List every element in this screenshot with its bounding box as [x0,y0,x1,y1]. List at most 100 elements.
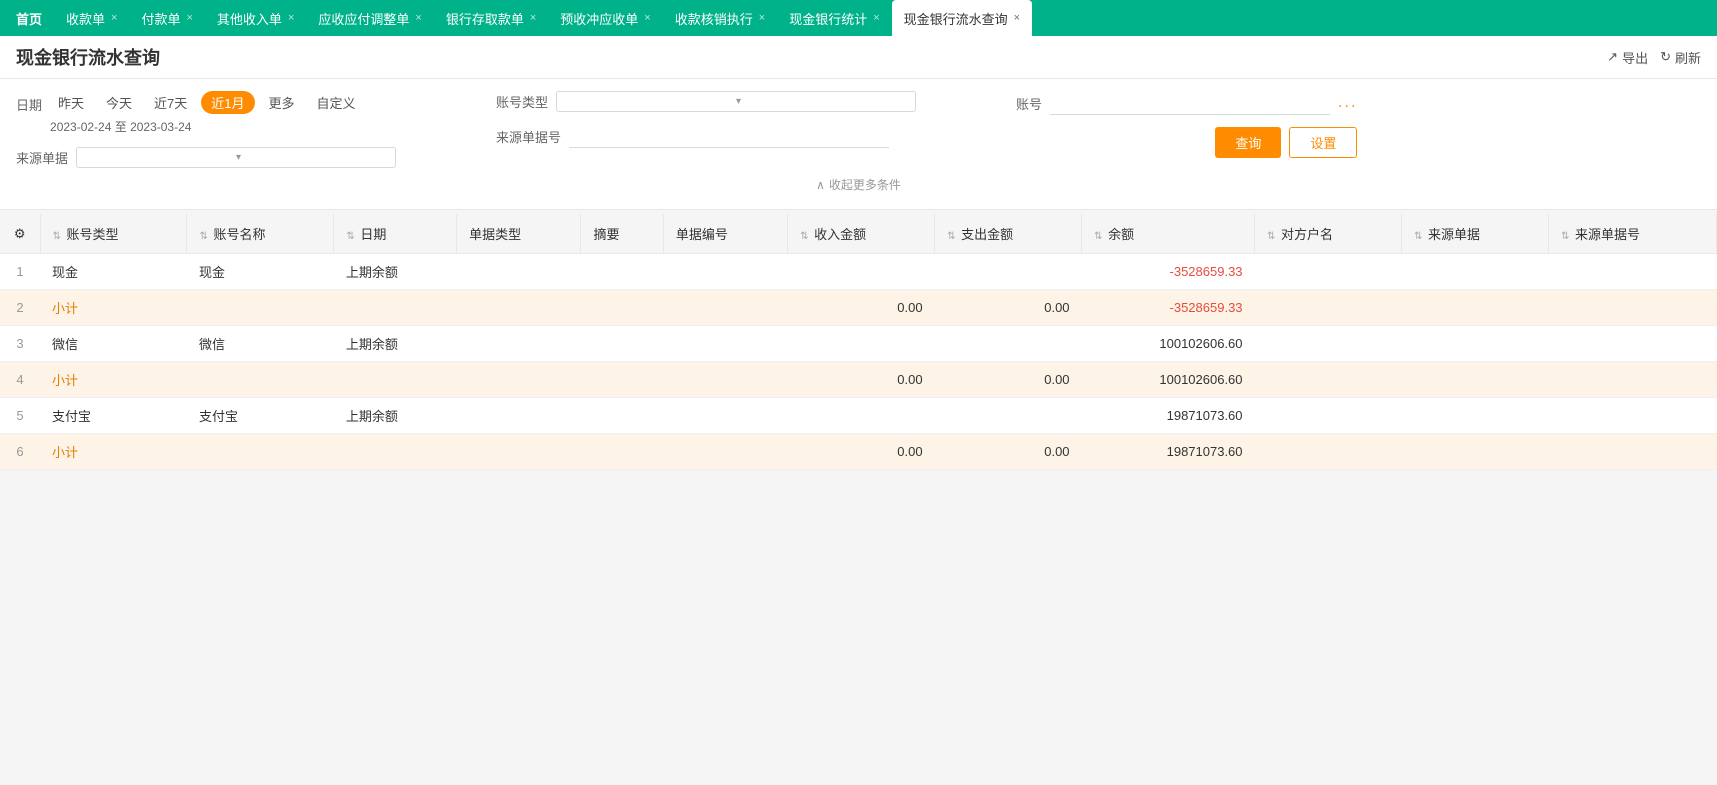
nav-item-home[interactable]: 首页 [4,0,54,36]
cell-summary [581,290,663,326]
close-icon[interactable]: × [288,12,294,24]
date-label: 日期 [16,95,42,114]
account-label: 账号 [1016,94,1042,113]
column-doc-type: 单据类型 [457,214,581,254]
close-icon[interactable]: × [1014,12,1020,24]
nav-item-payment[interactable]: 付款单 × [129,0,204,36]
cell-expense [935,326,1082,362]
date-btn-custom[interactable]: 自定义 [309,91,364,114]
date-btn-1month[interactable]: 近1月 [201,91,254,114]
column-settings[interactable]: ⚙ [0,214,40,254]
column-source-doc[interactable]: ⇅ 来源单据 [1401,214,1548,254]
cell-counterpart [1255,362,1402,398]
query-button[interactable]: 查询 [1215,127,1281,158]
cell-counterpart [1255,434,1402,470]
nav-item-bank-deposit[interactable]: 银行存取款单 × [434,0,548,36]
cell-date: 上期余额 [334,254,457,290]
chevron-down-icon: ▾ [736,96,907,107]
cell-balance: 100102606.60 [1082,362,1255,398]
cell-source-doc-num [1548,362,1716,398]
cell-account-type: 小计 [40,362,187,398]
date-btn-more[interactable]: 更多 [261,91,303,114]
close-icon[interactable]: × [759,12,765,24]
nav-item-other-income[interactable]: 其他收入单 × [205,0,306,36]
cell-account-name [187,362,334,398]
cell-doc-type [457,254,581,290]
date-btn-7days[interactable]: 近7天 [146,91,195,114]
cell-account-name: 微信 [187,326,334,362]
source-doc-select[interactable]: ▾ [76,147,396,168]
cell-account-type: 小计 [40,290,187,326]
cell-expense [935,254,1082,290]
source-doc-num-input[interactable] [569,124,889,148]
page-header: 现金银行流水查询 ↗ 导出 ↻ 刷新 [0,36,1717,79]
column-balance[interactable]: ⇅ 余额 [1082,214,1255,254]
account-input[interactable] [1050,91,1330,115]
more-options-icon[interactable]: ... [1338,94,1357,112]
source-doc-label: 来源单据 [16,148,68,167]
cell-summary [581,434,663,470]
settings-icon[interactable]: ⚙ [14,226,26,241]
sort-icon: ⇅ [199,231,207,242]
cell-doc-num [663,398,787,434]
close-icon[interactable]: × [530,12,536,24]
cell-source-doc-num [1548,290,1716,326]
sort-icon: ⇅ [346,231,354,242]
page-title: 现金银行流水查询 [16,44,160,70]
close-icon[interactable]: × [644,12,650,24]
close-icon[interactable]: × [111,12,117,24]
cell-account-type: 小计 [40,434,187,470]
close-icon[interactable]: × [415,12,421,24]
cell-summary [581,398,663,434]
cell-date [334,362,457,398]
date-range: 2023-02-24 至 2023-03-24 [50,118,364,135]
data-table: ⚙ ⇅ 账号类型 ⇅ 账号名称 ⇅ 日期 单据类型 摘要 [0,214,1717,470]
cell-doc-type [457,290,581,326]
nav-item-receipt[interactable]: 收款单 × [54,0,129,36]
nav-item-collection-exec[interactable]: 收款核销执行 × [663,0,777,36]
export-button[interactable]: ↗ 导出 [1607,48,1648,67]
table-row: 6 小计 0.00 0.00 19871073.60 [0,434,1717,470]
refresh-button[interactable]: ↻ 刷新 [1660,48,1701,67]
nav-item-cash-bank-flow[interactable]: 现金银行流水查询 × [892,0,1032,36]
column-expense[interactable]: ⇅ 支出金额 [935,214,1082,254]
cell-expense: 0.00 [935,434,1082,470]
export-icon: ↗ [1607,49,1618,65]
nav-item-cash-bank-stats[interactable]: 现金银行统计 × [777,0,891,36]
table-row: 1 现金 现金 上期余额 -3528659.33 [0,254,1717,290]
table-row: 2 小计 0.00 0.00 -3528659.33 [0,290,1717,326]
column-income[interactable]: ⇅ 收入金额 [788,214,935,254]
close-icon[interactable]: × [186,12,192,24]
account-type-select[interactable]: ▾ [556,91,916,112]
cell-expense [935,398,1082,434]
nav-item-advance-write-off[interactable]: 预收冲应收单 × [548,0,662,36]
collapse-bar[interactable]: ∧ 收起更多条件 [16,172,1701,197]
column-doc-num: 单据编号 [663,214,787,254]
header-actions: ↗ 导出 ↻ 刷新 [1607,48,1701,67]
cell-income [788,254,935,290]
settings-button[interactable]: 设置 [1289,127,1357,158]
column-counterpart[interactable]: ⇅ 对方户名 [1255,214,1402,254]
cell-account-type: 支付宝 [40,398,187,434]
cell-date: 上期余额 [334,326,457,362]
column-source-doc-num[interactable]: ⇅ 来源单据号 [1548,214,1716,254]
column-account-name[interactable]: ⇅ 账号名称 [187,214,334,254]
cell-row-num: 4 [0,362,40,398]
cell-source-doc [1401,398,1548,434]
cell-source-doc [1401,326,1548,362]
column-summary: 摘要 [581,214,663,254]
sort-icon: ⇅ [947,231,955,242]
chevron-down-icon: ▾ [236,152,387,163]
cell-row-num: 6 [0,434,40,470]
date-btn-yesterday[interactable]: 昨天 [50,91,92,114]
date-btn-today[interactable]: 今天 [98,91,140,114]
cell-counterpart [1255,290,1402,326]
cell-source-doc [1401,434,1548,470]
close-icon[interactable]: × [873,12,879,24]
cell-account-name: 现金 [187,254,334,290]
nav-item-ap-adjust[interactable]: 应收应付调整单 × [306,0,433,36]
column-account-type[interactable]: ⇅ 账号类型 [40,214,187,254]
cell-row-num: 3 [0,326,40,362]
column-date[interactable]: ⇅ 日期 [334,214,457,254]
table-row: 4 小计 0.00 0.00 100102606.60 [0,362,1717,398]
